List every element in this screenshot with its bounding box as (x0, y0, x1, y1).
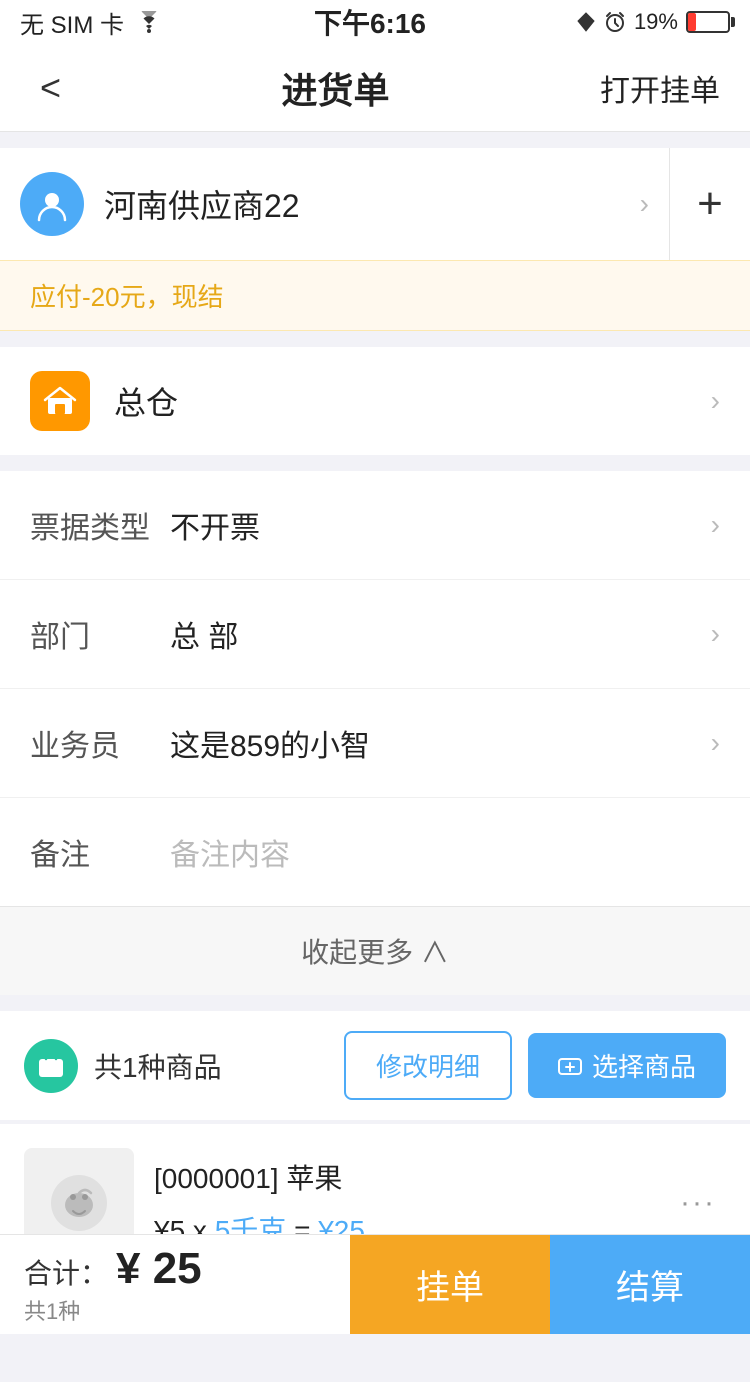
settle-button[interactable]: 结算 (550, 1235, 750, 1334)
products-count: 共1种商品 (94, 1046, 328, 1086)
ticket-type-row[interactable]: 票据类型 不开票 › (0, 471, 750, 580)
collapse-button[interactable]: 收起更多 ∧ (0, 906, 750, 995)
add-product-icon (558, 1055, 582, 1077)
total-label: 合计： (24, 1252, 108, 1292)
products-header: 共1种商品 修改明细 选择商品 (0, 1011, 750, 1120)
wifi-icon (134, 11, 164, 33)
nav-bar: < 进货单 打开挂单 (0, 44, 750, 132)
warehouse-svg-icon (43, 384, 77, 418)
select-product-label: 选择商品 (592, 1047, 696, 1084)
remark-input[interactable]: 备注内容 (160, 830, 720, 874)
dept-value: 总 部 (160, 612, 701, 656)
status-bar-time: 下午6:16 (314, 2, 426, 42)
supplier-chevron-icon: › (640, 188, 649, 220)
supplier-avatar (20, 172, 84, 236)
supplier-add-button[interactable]: + (670, 148, 750, 260)
product-id: [0000001] 苹果 (154, 1163, 342, 1194)
open-hang-button[interactable]: 打开挂单 (600, 66, 720, 110)
status-bar: 无 SIM 卡 下午6:16 19% (0, 0, 750, 44)
total-row: 合计： ¥ 25 (24, 1244, 326, 1294)
total-sub: 共1种 (24, 1294, 326, 1326)
status-bar-right: 19% (576, 9, 730, 35)
total-amount: ¥ 25 (116, 1244, 202, 1294)
avatar-icon (34, 186, 70, 222)
salesperson-value: 这是859的小智 (160, 721, 701, 765)
warehouse-chevron-icon: › (711, 385, 720, 417)
edit-detail-button[interactable]: 修改明细 (344, 1031, 512, 1100)
location-icon (576, 11, 596, 33)
battery-fill (688, 13, 696, 31)
salesperson-chevron-icon: › (711, 727, 720, 759)
dept-row[interactable]: 部门 总 部 › (0, 580, 750, 689)
salesperson-row[interactable]: 业务员 这是859的小智 › (0, 689, 750, 798)
dept-chevron-icon: › (711, 618, 720, 650)
supplier-alert-banner: 应付-20元，现结 (0, 260, 750, 331)
ticket-type-value: 不开票 (160, 503, 701, 547)
dept-label: 部门 (30, 612, 160, 656)
product-placeholder-icon (49, 1173, 109, 1233)
remark-row[interactable]: 备注 备注内容 (0, 798, 750, 906)
product-more-button[interactable]: ··· (670, 1176, 726, 1230)
back-button[interactable]: < (30, 57, 71, 119)
page-title: 进货单 (282, 62, 390, 114)
cart-icon (36, 1051, 66, 1081)
status-bar-left: 无 SIM 卡 (20, 5, 164, 40)
alarm-icon (604, 11, 626, 33)
battery-percent: 19% (634, 9, 678, 35)
ticket-type-label: 票据类型 (30, 503, 160, 547)
warehouse-icon (30, 371, 90, 431)
warehouse-row[interactable]: 总仓 › (0, 347, 750, 455)
remark-label: 备注 (30, 830, 160, 874)
salesperson-label: 业务员 (30, 721, 160, 765)
warehouse-name: 总仓 (114, 378, 701, 424)
product-name: [0000001] 苹果 (154, 1157, 650, 1197)
form-section: 票据类型 不开票 › 部门 总 部 › 业务员 这是859的小智 › 备注 备注… (0, 471, 750, 906)
select-product-button[interactable]: 选择商品 (528, 1033, 726, 1098)
battery-icon (686, 11, 730, 33)
carrier-label: 无 SIM 卡 (20, 5, 124, 40)
supplier-section: 河南供应商22 › + (0, 148, 750, 260)
ticket-type-chevron-icon: › (711, 509, 720, 541)
collapse-label: 收起更多 ∧ (301, 931, 449, 971)
bottom-bar: 合计： ¥ 25 共1种 挂单 结算 (0, 1234, 750, 1334)
supplier-name: 河南供应商22 (104, 181, 630, 227)
supplier-row[interactable]: 河南供应商22 › (0, 148, 670, 260)
hang-button[interactable]: 挂单 (350, 1235, 550, 1334)
bottom-total: 合计： ¥ 25 共1种 (0, 1235, 350, 1334)
products-icon (24, 1039, 78, 1093)
